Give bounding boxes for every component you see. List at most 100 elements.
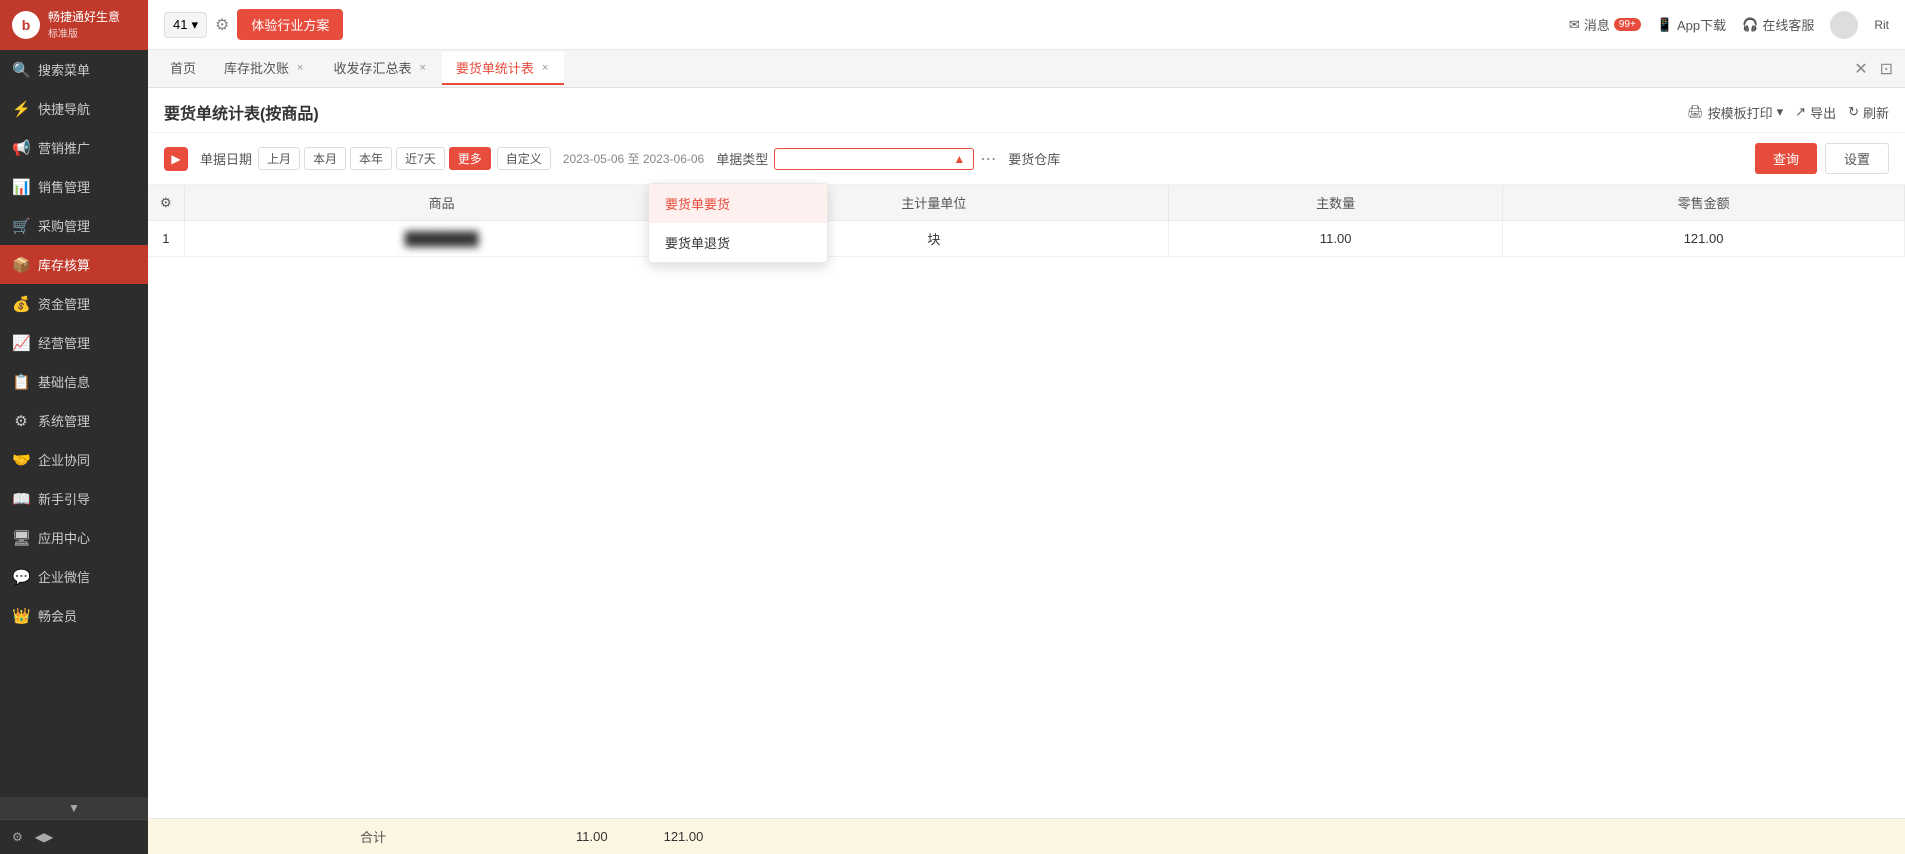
print-label: 按模板打印 <box>1708 103 1773 122</box>
date-this-year-btn[interactable]: 本年 <box>350 147 392 170</box>
tab-home-label: 首页 <box>170 58 196 77</box>
sidebar-item-purchase[interactable]: 🛒 采购管理 <box>0 206 148 245</box>
date-last-month-btn[interactable]: 上月 <box>258 147 300 170</box>
warehouse-filter-group: 要货仓库 <box>1008 149 1060 168</box>
finance-icon: 💰 <box>12 295 30 313</box>
search-icon: 🔍 <box>12 61 30 79</box>
topbar-settings-icon[interactable]: ⚙ <box>215 15 229 35</box>
page-actions: 🖨 按模板打印 ▾ ↗ 导出 ↻ 刷新 <box>1687 103 1889 122</box>
sidebar-item-inventory[interactable]: 📦 库存核算 <box>0 245 148 284</box>
footer-amount: 121.00 <box>664 829 704 844</box>
date-filter-group: 单据日期 上月 本月 本年 近7天 更多 自定义 <box>200 147 551 170</box>
inventory-icon: 📦 <box>12 256 30 274</box>
sidebar-item-label: 搜索菜单 <box>38 60 90 79</box>
data-table: ⚙ 商品 主计量单位 主数量 零售金额 1 ████████ 块 11.00 1… <box>148 185 1905 257</box>
sidebar-scroll-down[interactable]: ▼ <box>0 797 148 819</box>
system-icon: ⚙ <box>12 412 30 430</box>
sidebar-item-member[interactable]: 👑 畅会员 <box>0 596 148 635</box>
app-download-label: App下载 <box>1677 15 1726 34</box>
sidebar-item-enterprise[interactable]: 🤝 企业协同 <box>0 440 148 479</box>
guide-icon: 📖 <box>12 490 30 508</box>
date-shortcuts: 上月 本月 本年 近7天 更多 <box>258 147 491 170</box>
tab-order-stats[interactable]: 要货单统计表 × <box>442 52 564 85</box>
sidebar-item-label: 快捷导航 <box>38 99 90 118</box>
sidebar-item-sales[interactable]: 📊 销售管理 <box>0 167 148 206</box>
messages-badge: 99+ <box>1614 18 1641 31</box>
query-btn[interactable]: 查询 <box>1755 143 1817 174</box>
filter-settings-btn[interactable]: 设置 <box>1825 143 1889 174</box>
print-btn[interactable]: 🖨 按模板打印 ▾ <box>1687 103 1783 122</box>
filter-action-group: 查询 设置 <box>1755 143 1889 174</box>
sidebar-item-appcenter[interactable]: 🖥 应用中心 <box>0 518 148 557</box>
date-more-btn[interactable]: 更多 <box>449 147 491 170</box>
purchase-icon: 🛒 <box>12 217 30 235</box>
username-label: Rit <box>1874 18 1889 32</box>
sidebar-collapse-btn[interactable]: ◀▶ <box>35 830 53 844</box>
tab-close-btn[interactable]: × <box>540 62 550 74</box>
sidebar-item-label: 经营管理 <box>38 333 90 352</box>
sidebar-item-label: 基础信息 <box>38 372 90 391</box>
sidebar-settings-btn[interactable]: ⚙ <box>12 830 23 844</box>
sidebar-item-guide[interactable]: 📖 新手引导 <box>0 479 148 518</box>
company-selector[interactable]: 41 ▾ <box>164 12 207 38</box>
sidebar-bottom: ⚙ ◀▶ <box>0 819 148 854</box>
messages-item[interactable]: ✉ 消息 99+ <box>1569 15 1641 34</box>
sidebar-item-system[interactable]: ⚙ 系统管理 <box>0 401 148 440</box>
page-title: 要货单统计表(按商品) <box>164 100 319 124</box>
tab-restore-btn[interactable]: ⊡ <box>1876 55 1897 83</box>
date-this-month-btn[interactable]: 本月 <box>304 147 346 170</box>
refresh-btn[interactable]: ↻ 刷新 <box>1848 103 1889 122</box>
sidebar-item-label: 企业协同 <box>38 450 90 469</box>
chevron-down-icon: ▾ <box>1777 104 1784 120</box>
export-icon: ↗ <box>1795 104 1806 120</box>
tab-home[interactable]: 首页 <box>156 52 210 85</box>
type-label: 单据类型 <box>716 149 768 168</box>
topbar-right: ✉ 消息 99+ 📱 App下载 🎧 在线客服 Rit <box>1569 11 1889 39</box>
export-btn[interactable]: ↗ 导出 <box>1795 103 1836 122</box>
type-select[interactable]: ▲ <box>774 148 974 170</box>
print-icon: 🖨 <box>1687 104 1704 120</box>
basicinfo-icon: 📋 <box>12 373 30 391</box>
tab-label: 库存批次账 <box>224 58 289 77</box>
trial-button[interactable]: 体验行业方案 <box>237 9 343 40</box>
refresh-icon: ↻ <box>1848 104 1859 120</box>
operations-icon: 📈 <box>12 334 30 352</box>
sales-icon: 📊 <box>12 178 30 196</box>
tab-inventory-batch[interactable]: 库存批次账 × <box>210 52 319 85</box>
app-download-item[interactable]: 📱 App下载 <box>1657 15 1726 34</box>
sidebar-item-wechat[interactable]: 💬 企业微信 <box>0 557 148 596</box>
date-7days-btn[interactable]: 近7天 <box>396 147 445 170</box>
sidebar-item-label: 应用中心 <box>38 528 90 547</box>
table-header-row: ⚙ 商品 主计量单位 主数量 零售金额 <box>148 185 1905 221</box>
sidebar-item-operations[interactable]: 📈 经营管理 <box>0 323 148 362</box>
tab-label: 要货单统计表 <box>456 58 534 77</box>
tab-close-btn[interactable]: × <box>295 62 305 74</box>
avatar[interactable] <box>1830 11 1858 39</box>
date-custom-btn[interactable]: 自定义 <box>497 147 551 170</box>
sidebar-item-quicknav[interactable]: ⚡ 快捷导航 <box>0 89 148 128</box>
tabbar: 首页 库存批次账 × 收发存汇总表 × 要货单统计表 × ✕ ⊡ <box>148 50 1905 88</box>
message-icon: ✉ <box>1569 17 1580 33</box>
tab-inventory-summary[interactable]: 收发存汇总表 × <box>319 52 441 85</box>
refresh-label: 刷新 <box>1863 103 1889 122</box>
service-icon: 🎧 <box>1742 17 1758 33</box>
tab-close-btn[interactable]: × <box>417 62 427 74</box>
sidebar-item-finance[interactable]: 💰 资金管理 <box>0 284 148 323</box>
tab-close-all-btn[interactable]: ✕ <box>1850 55 1871 83</box>
dropdown-item-0[interactable]: 要货单要货 <box>649 184 827 223</box>
logo-icon: b <box>12 11 40 39</box>
dropdown-item-1[interactable]: 要货单退货 <box>649 223 827 262</box>
filter-more-btn[interactable]: ⋯ <box>980 149 996 169</box>
sidebar-item-label: 资金管理 <box>38 294 90 313</box>
main-content: 41 ▾ ⚙ 体验行业方案 ✉ 消息 99+ 📱 App下载 🎧 在线客服 Ri… <box>148 0 1905 854</box>
sidebar-item-basicinfo[interactable]: 📋 基础信息 <box>0 362 148 401</box>
sidebar-item-marketing[interactable]: 📢 营销推广 <box>0 128 148 167</box>
table-footer: 合计 11.00 121.00 <box>148 818 1905 854</box>
sidebar-item-search[interactable]: 🔍 搜索菜单 <box>0 50 148 89</box>
filter-expand-btn[interactable]: ▶ <box>164 147 188 171</box>
th-settings[interactable]: ⚙ <box>148 185 184 221</box>
online-service-item[interactable]: 🎧 在线客服 <box>1742 15 1814 34</box>
cell-amount: 121.00 <box>1503 221 1905 257</box>
cell-qty: 11.00 <box>1169 221 1503 257</box>
topbar-left: 41 ▾ ⚙ 体验行业方案 <box>164 9 1557 40</box>
